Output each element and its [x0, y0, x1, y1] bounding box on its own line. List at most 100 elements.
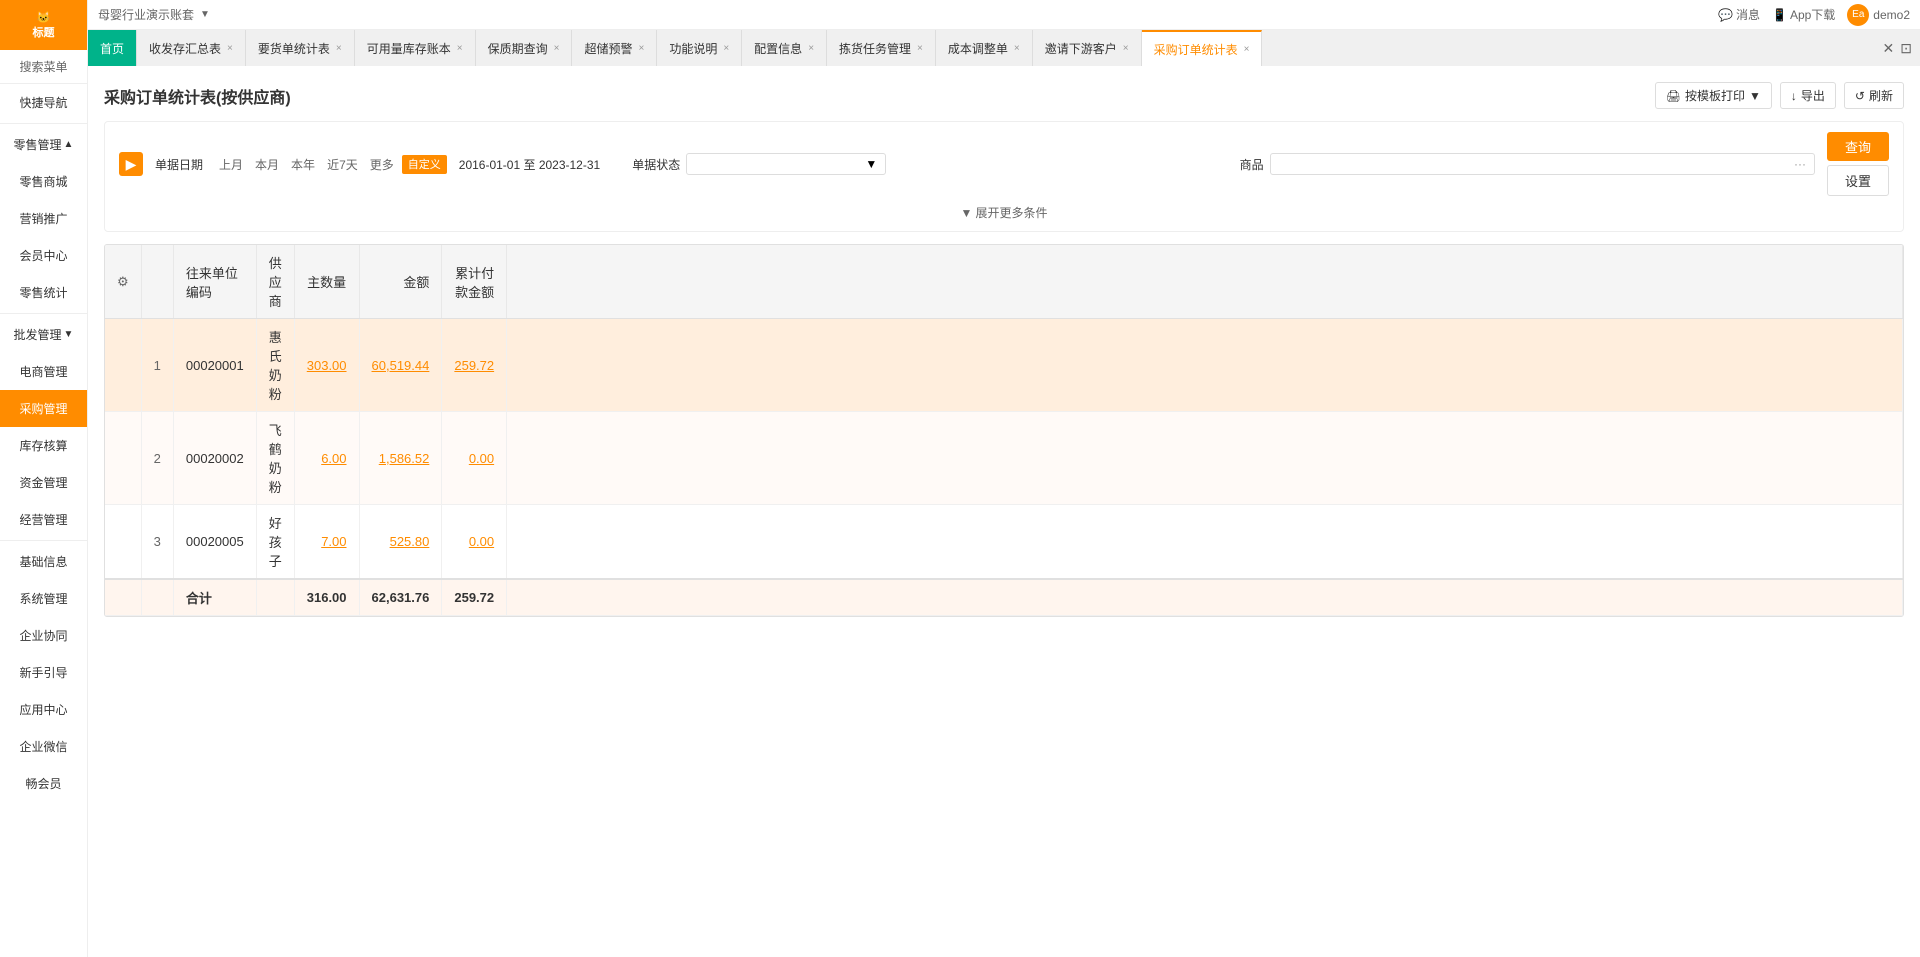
tab-cost-adjust[interactable]: 成本调整单 ×	[936, 30, 1033, 66]
tab-close-available-stock[interactable]: ×	[457, 43, 463, 54]
tab-expand-button[interactable]: ⊡	[1900, 40, 1912, 57]
tab-close-function-desc[interactable]: ×	[723, 43, 729, 54]
row-quantity[interactable]: 303.00	[294, 319, 359, 412]
row-amount[interactable]: 1,586.52	[359, 412, 442, 505]
chevron-down-icon: ▲	[64, 139, 74, 150]
chevron-down-icon-2: ▼	[64, 329, 74, 340]
summary-settings-cell	[105, 579, 141, 616]
tab-overstock-warning[interactable]: 超储预警 ×	[572, 30, 657, 66]
row-index: 2	[141, 412, 173, 505]
col-paid-amount-header: 累计付款金额	[442, 245, 507, 319]
tab-close-pick-task[interactable]: ×	[917, 43, 923, 54]
sidebar-item-newbie[interactable]: 新手引导	[0, 654, 87, 691]
sidebar-item-marketing[interactable]: 营销推广	[0, 200, 87, 237]
row-supplier-name: 飞鹤奶粉	[256, 412, 294, 505]
row-settings-cell	[105, 319, 141, 412]
refresh-icon: ↺	[1855, 89, 1865, 103]
tab-close-invite-downstream[interactable]: ×	[1123, 43, 1129, 54]
sidebar-item-vip[interactable]: 畅会员	[0, 765, 87, 802]
expand-down-icon: ▼	[961, 206, 973, 220]
date-shortcut-this-year[interactable]: 本年	[287, 155, 319, 174]
sidebar-search[interactable]: 搜索菜单	[0, 50, 87, 84]
tab-close-receive-summary[interactable]: ×	[227, 43, 233, 54]
export-button[interactable]: ↓ 导出	[1780, 82, 1836, 109]
tab-bar: 首页 收发存汇总表 × 要货单统计表 × 可用量库存账本 × 保质期查询 × 超…	[88, 30, 1920, 66]
tab-available-stock[interactable]: 可用量库存账本 ×	[355, 30, 476, 66]
row-index: 3	[141, 505, 173, 580]
sidebar-item-system[interactable]: 系统管理	[0, 580, 87, 617]
sidebar-item-finance[interactable]: 资金管理	[0, 464, 87, 501]
expand-filter-button[interactable]: ▼ 展开更多条件	[961, 204, 1048, 221]
settings-button[interactable]: 设置	[1827, 165, 1889, 196]
row-quantity[interactable]: 6.00	[294, 412, 359, 505]
breadcrumb-arrow-icon[interactable]: ▼	[200, 9, 210, 20]
tab-home[interactable]: 首页	[88, 30, 137, 66]
data-table: ⚙ 往来单位编码 供应商 主数量 金额 累计付款金额 1 0002	[105, 245, 1903, 616]
sidebar-item-retail[interactable]: 零售管理 ▲	[0, 126, 87, 163]
sidebar-item-inventory[interactable]: 库存核算	[0, 427, 87, 464]
tab-close-cost-adjust[interactable]: ×	[1014, 43, 1020, 54]
refresh-button[interactable]: ↺ 刷新	[1844, 82, 1904, 109]
tab-order-summary[interactable]: 要货单统计表 ×	[246, 30, 355, 66]
date-shortcut-more[interactable]: 更多	[366, 155, 398, 174]
date-shortcut-7days[interactable]: 近7天	[323, 155, 362, 174]
tab-close-order-summary[interactable]: ×	[336, 43, 342, 54]
query-button[interactable]: 查询	[1827, 132, 1889, 161]
sidebar-item-enterprise[interactable]: 企业协同	[0, 617, 87, 654]
print-icon: 🖨	[1666, 89, 1681, 103]
app-download-button[interactable]: 📱 App下载	[1772, 6, 1835, 23]
row-quantity[interactable]: 7.00	[294, 505, 359, 580]
filter-toggle-button[interactable]: ▶	[119, 152, 143, 176]
tab-function-desc[interactable]: 功能说明 ×	[657, 30, 742, 66]
sidebar-item-app-center[interactable]: 应用中心	[0, 691, 87, 728]
summary-label-cell: 合计	[173, 579, 256, 616]
table-row[interactable]: 3 00020005 好孩子 7.00 525.80 0.00	[105, 505, 1903, 580]
status-label: 单据状态	[632, 156, 680, 173]
user-area[interactable]: Ea demo2	[1847, 4, 1910, 26]
export-icon: ↓	[1791, 89, 1797, 103]
custom-date-tag[interactable]: 自定义	[402, 155, 447, 174]
sidebar-item-wholesale[interactable]: 批发管理 ▼	[0, 316, 87, 353]
tab-invite-downstream[interactable]: 邀请下游客户 ×	[1033, 30, 1142, 66]
summary-supplier-cell	[256, 579, 294, 616]
tab-close-all-button[interactable]: ✕	[1883, 40, 1895, 57]
message-icon: 💬	[1718, 8, 1733, 22]
main-area: 母婴行业演示账套 ▼ 💬 消息 📱 App下载 Ea demo2 首页 收发存汇…	[88, 0, 1920, 957]
table-header-row: ⚙ 往来单位编码 供应商 主数量 金额 累计付款金额	[105, 245, 1903, 319]
tab-purchase-summary[interactable]: 采购订单统计表 ×	[1142, 30, 1263, 66]
print-button[interactable]: 🖨 按模板打印 ▼	[1655, 82, 1772, 109]
table-row[interactable]: 2 00020002 飞鹤奶粉 6.00 1,586.52 0.00	[105, 412, 1903, 505]
table-row[interactable]: 1 00020001 惠氏奶粉 303.00 60,519.44 259.72	[105, 319, 1903, 412]
row-spacer	[507, 505, 1903, 580]
row-paid-amount[interactable]: 0.00	[442, 505, 507, 580]
date-shortcut-this-month[interactable]: 本月	[251, 155, 283, 174]
sidebar-item-retail-stats[interactable]: 零售统计	[0, 274, 87, 311]
sidebar-item-basics[interactable]: 基础信息	[0, 543, 87, 580]
tab-close-overstock-warning[interactable]: ×	[638, 43, 644, 54]
goods-input[interactable]: ···	[1270, 153, 1815, 175]
sidebar-item-operations[interactable]: 经营管理	[0, 501, 87, 538]
tab-warranty-query[interactable]: 保质期查询 ×	[476, 30, 573, 66]
column-settings-icon[interactable]: ⚙	[117, 274, 129, 289]
sidebar-item-retail-mall[interactable]: 零售商城	[0, 163, 87, 200]
tab-close-config-info[interactable]: ×	[808, 43, 814, 54]
row-amount[interactable]: 525.80	[359, 505, 442, 580]
sidebar-item-member[interactable]: 会员中心	[0, 237, 87, 274]
row-paid-amount[interactable]: 0.00	[442, 412, 507, 505]
tab-receive-summary[interactable]: 收发存汇总表 ×	[137, 30, 246, 66]
sidebar-item-purchase[interactable]: 采购管理	[0, 390, 87, 427]
status-select[interactable]: ▼	[686, 153, 886, 175]
tab-close-purchase-summary[interactable]: ×	[1244, 44, 1250, 55]
date-shortcut-last-month[interactable]: 上月	[215, 155, 247, 174]
sidebar-item-enterprise-wechat[interactable]: 企业微信	[0, 728, 87, 765]
filter-bar: ▶ 单据日期 上月 本月 本年 近7天 更多 自定义 2016-01-01 至 …	[104, 121, 1904, 232]
sidebar-item-quick-nav[interactable]: 快捷导航	[0, 84, 87, 121]
summary-quantity-cell: 316.00	[294, 579, 359, 616]
tab-config-info[interactable]: 配置信息 ×	[742, 30, 827, 66]
row-amount[interactable]: 60,519.44	[359, 319, 442, 412]
message-button[interactable]: 💬 消息	[1718, 6, 1760, 23]
sidebar-item-ecommerce[interactable]: 电商管理	[0, 353, 87, 390]
tab-close-warranty-query[interactable]: ×	[554, 43, 560, 54]
row-paid-amount[interactable]: 259.72	[442, 319, 507, 412]
tab-pick-task[interactable]: 拣货任务管理 ×	[827, 30, 936, 66]
